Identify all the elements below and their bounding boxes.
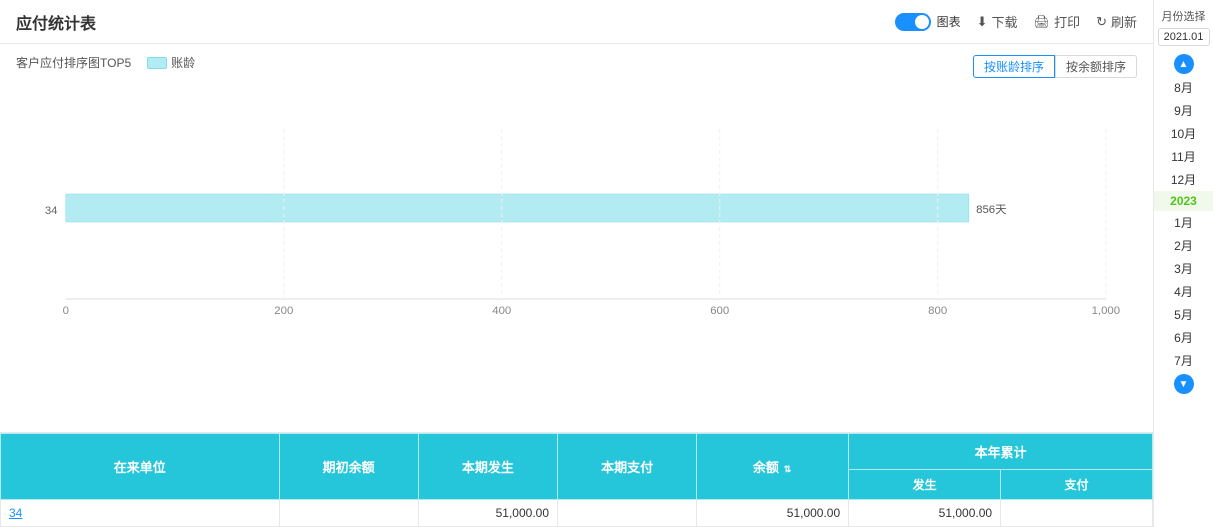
col-payment: 本期支付 [558, 434, 697, 500]
col-ytd: 本年累计 [849, 434, 1153, 470]
sidebar-month-item[interactable]: 5月 [1154, 303, 1213, 326]
table-section: 在来单位 期初余额 本期发生 本期支付 余额 ⇅ 本年累计 发生 [0, 432, 1153, 527]
toggle-thumb [915, 15, 929, 29]
month-list: 8月9月10月11月12月20231月2月3月4月5月6月7月 [1154, 76, 1213, 372]
legend-item-aging: 账龄 [147, 54, 195, 71]
svg-text:200: 200 [274, 305, 293, 317]
sidebar-month-item[interactable]: 8月 [1154, 76, 1213, 99]
refresh-icon: ↻ [1096, 14, 1107, 30]
col-opening: 期初余额 [279, 434, 418, 500]
col-ytd-pay: 支付 [1001, 470, 1153, 500]
sort-by-balance-button[interactable]: 按余额排序 [1055, 55, 1137, 78]
chart-legend: 客户应付排序图TOP5 账龄 [16, 54, 195, 71]
bar-chart: 34 856天 0 200 400 600 800 [16, 79, 1137, 339]
download-icon: ⬇ [977, 14, 988, 30]
cell-opening [279, 500, 418, 527]
sidebar-month-item[interactable]: 2月 [1154, 234, 1213, 257]
sidebar-month-item[interactable]: 12月 [1154, 168, 1213, 191]
table-row: 34 51,000.00 51,000.00 51,000.00 [1, 500, 1153, 527]
toggle-label: 图表 [937, 13, 961, 30]
svg-text:856天: 856天 [976, 204, 1006, 216]
sidebar-date-input[interactable] [1158, 28, 1210, 46]
cell-current: 51,000.00 [418, 500, 557, 527]
col-current: 本期发生 [418, 434, 557, 500]
table-wrapper[interactable]: 在来单位 期初余额 本期发生 本期支付 余额 ⇅ 本年累计 发生 [0, 433, 1153, 527]
print-icon: 🖨 [1034, 14, 1051, 30]
sidebar-month-item[interactable]: 11月 [1154, 145, 1213, 168]
svg-text:34: 34 [45, 205, 58, 217]
balance-sort-icon[interactable]: ⇅ [783, 464, 793, 474]
cell-origin[interactable]: 34 [1, 500, 280, 527]
cell-balance: 51,000.00 [697, 500, 849, 527]
svg-text:1,000: 1,000 [1092, 305, 1121, 317]
page-title: 应付统计表 [16, 10, 96, 34]
sidebar-month-item[interactable]: 6月 [1154, 326, 1213, 349]
svg-text:800: 800 [928, 305, 947, 317]
col-origin: 在来单位 [1, 434, 280, 500]
sidebar-year-label: 2023 [1154, 191, 1213, 211]
legend-label-aging: 账龄 [171, 54, 195, 71]
cell-payment [558, 500, 697, 527]
chart-section: 客户应付排序图TOP5 账龄 按账龄排序 按余额排序 34 [0, 44, 1153, 432]
sidebar-month-item[interactable]: 9月 [1154, 99, 1213, 122]
sidebar-month-item[interactable]: 3月 [1154, 257, 1213, 280]
chart-wrapper: 34 856天 0 200 400 600 800 [16, 79, 1137, 432]
sort-by-amount-button[interactable]: 按账龄排序 [973, 55, 1055, 78]
sidebar-month-item[interactable]: 10月 [1154, 122, 1213, 145]
sidebar-month-item[interactable]: 7月 [1154, 349, 1213, 372]
col-balance: 余额 ⇅ [697, 434, 849, 500]
sidebar-up-button[interactable]: ▲ [1174, 54, 1194, 74]
legend-item-top5: 客户应付排序图TOP5 [16, 54, 131, 71]
right-sidebar: 月份选择 ▲ 8月9月10月11月12月20231月2月3月4月5月6月7月 ▼ [1153, 0, 1213, 527]
sidebar-title: 月份选择 [1162, 8, 1206, 24]
col-ytd-occur: 发生 [849, 470, 1001, 500]
legend-label-top5: 客户应付排序图TOP5 [16, 54, 131, 71]
toggle-track[interactable] [895, 13, 931, 31]
sidebar-month-item[interactable]: 4月 [1154, 280, 1213, 303]
sidebar-down-button[interactable]: ▼ [1174, 374, 1194, 394]
sidebar-month-item[interactable]: 1月 [1154, 211, 1213, 234]
cell-ytd-pay [1001, 500, 1153, 527]
chart-toggle[interactable]: 图表 [895, 13, 961, 31]
refresh-button[interactable]: ↻ 刷新 [1096, 12, 1137, 31]
data-table: 在来单位 期初余额 本期发生 本期支付 余额 ⇅ 本年累计 发生 [0, 433, 1153, 527]
header-actions: 图表 ⬇ 下载 🖨 打印 ↻ 刷新 [895, 12, 1137, 31]
legend-box-aging [147, 57, 167, 69]
print-button[interactable]: 🖨 打印 [1034, 12, 1081, 31]
download-button[interactable]: ⬇ 下载 [977, 12, 1018, 31]
chart-controls: 按账龄排序 按余额排序 [973, 55, 1137, 78]
svg-text:400: 400 [492, 305, 511, 317]
svg-text:0: 0 [63, 305, 69, 317]
cell-ytd-occur: 51,000.00 [849, 500, 1001, 527]
svg-text:600: 600 [710, 305, 729, 317]
